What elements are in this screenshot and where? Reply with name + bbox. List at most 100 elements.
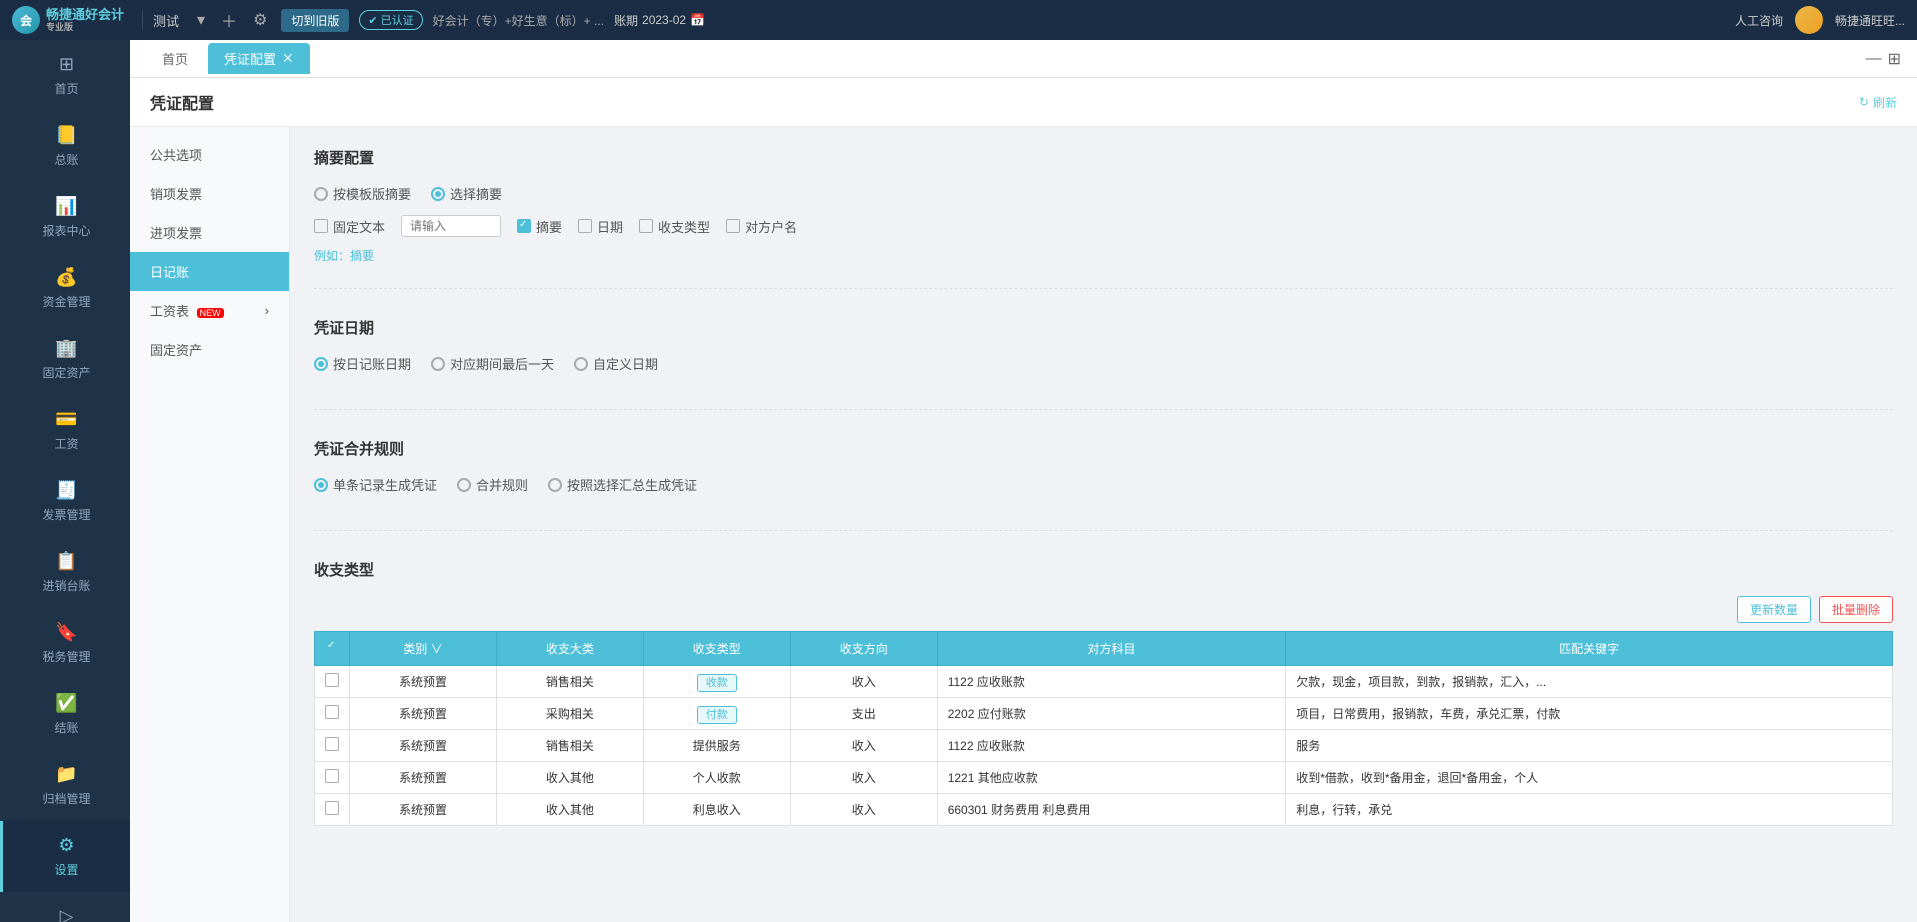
new-badge: NEW: [197, 308, 224, 318]
checkbox-date-box: [578, 219, 592, 233]
window-maximize-btn[interactable]: ⊞: [1888, 49, 1901, 69]
summary-radio-template[interactable]: 按模板版摘要: [314, 184, 411, 203]
left-nav-fixed-assets[interactable]: 固定资产: [130, 330, 289, 369]
row-keywords-1: 项目，日常费用，报销款，车费，承兑汇票，付款: [1286, 698, 1893, 730]
radio-summary-gen[interactable]: 按照选择汇总生成凭证: [548, 475, 697, 494]
two-panel: 公共选项 销项发票 进项发票 日记账 工资表 NEW ›: [130, 127, 1917, 922]
sidebar-item-assets[interactable]: 🏢 固定资产: [0, 324, 130, 395]
row-checkbox-4[interactable]: [315, 794, 350, 826]
radio-single[interactable]: 单条记录生成凭证: [314, 475, 437, 494]
period-info: 账期 2023-02 📅: [614, 12, 705, 29]
th-checkbox[interactable]: [315, 632, 350, 666]
row-category-0: 系统预置: [350, 666, 497, 698]
row-direction-3: 收入: [790, 762, 937, 794]
window-minimize-btn[interactable]: —: [1866, 50, 1882, 68]
row-subject-3: 1221 其他应收款: [937, 762, 1286, 794]
row-subject-2: 1122 应收账款: [937, 730, 1286, 762]
add-icon[interactable]: ＋: [217, 6, 241, 34]
checkbox-income-type[interactable]: 收支类型: [639, 217, 710, 236]
batch-delete-btn[interactable]: 批量删除: [1819, 596, 1893, 623]
fixed-text-input[interactable]: [401, 215, 501, 237]
sidebar-item-purchase[interactable]: 📋 进销台账: [0, 537, 130, 608]
sidebar-item-archive[interactable]: 📁 归档管理: [0, 750, 130, 821]
row-subject-0: 1122 应收账款: [937, 666, 1286, 698]
sidebar-label-archive: 归档管理: [42, 790, 90, 807]
checkbox-date[interactable]: 日期: [578, 217, 623, 236]
invoice-icon: 🧾: [55, 480, 77, 501]
merge-rules-title: 凭证合并规则: [314, 438, 1893, 459]
top-bar-right: 人工咨询 畅捷通旺旺...: [1735, 6, 1905, 34]
radio-single-circle: [314, 478, 328, 492]
row-checkbox-box-3: [325, 769, 339, 783]
left-nav-public[interactable]: 公共选项: [130, 135, 289, 174]
voucher-date-section: 凭证日期 按日记账日期 对应期间最后一天 自定义日期: [314, 317, 1893, 410]
row-checkbox-box-0: [325, 673, 339, 687]
left-nav-purchase-invoice[interactable]: 进项发票: [130, 213, 289, 252]
refresh-icon: ↻: [1859, 95, 1869, 109]
row-checkbox-1[interactable]: [315, 698, 350, 730]
checkbox-fixed-text-box: [314, 219, 328, 233]
row-big-category-2: 销售相关: [496, 730, 643, 762]
tab-voucher-config[interactable]: 凭证配置 ✕: [208, 43, 310, 74]
row-checkbox-2[interactable]: [315, 730, 350, 762]
left-nav-daily-ledger[interactable]: 日记账: [130, 252, 289, 291]
left-nav-salary-table[interactable]: 工资表 NEW ›: [130, 291, 289, 330]
sidebar-label-settings: 设置: [54, 861, 78, 878]
tab-close-icon[interactable]: ✕: [282, 50, 294, 67]
row-checkbox-0[interactable]: [315, 666, 350, 698]
sidebar-item-fund[interactable]: 💰 资金管理: [0, 253, 130, 324]
sidebar-item-tax[interactable]: 🔖 税务管理: [0, 608, 130, 679]
summary-radio-select[interactable]: 选择摘要: [431, 184, 502, 203]
content-area: 首页 凭证配置 ✕ — ⊞ 凭证配置 ↻ 刷新 公共选项: [130, 40, 1917, 922]
row-keywords-4: 利息，行转，承兑: [1286, 794, 1893, 826]
switch-version-btn[interactable]: 切到旧版: [281, 9, 349, 32]
type-tag-1[interactable]: 付款: [697, 706, 737, 724]
radio-merge[interactable]: 合并规则: [457, 475, 528, 494]
user-name[interactable]: 畅捷通旺旺...: [1835, 12, 1905, 29]
th-direction: 收支方向: [790, 632, 937, 666]
sidebar-item-settings[interactable]: ⚙ 设置: [0, 821, 130, 892]
dropdown-icon[interactable]: ▾: [193, 8, 209, 32]
sidebar-item-salary[interactable]: 💳 工资: [0, 395, 130, 466]
left-nav-sales-invoice[interactable]: 销项发票: [130, 174, 289, 213]
sidebar-label-fund: 资金管理: [42, 293, 90, 310]
sidebar-item-guide[interactable]: ▷ 新手引导: [0, 892, 130, 922]
checkbox-fixed-text[interactable]: 固定文本: [314, 217, 385, 236]
sidebar-item-report[interactable]: 📊 报表中心: [0, 182, 130, 253]
sidebar-item-invoice[interactable]: 🧾 发票管理: [0, 466, 130, 537]
voucher-date-title: 凭证日期: [314, 317, 1893, 338]
checkbox-summary[interactable]: 摘要: [517, 217, 562, 236]
app-name: 畅捷通好会计: [46, 7, 124, 23]
sidebar-item-settlement[interactable]: ✅ 结账: [0, 679, 130, 750]
row-direction-2: 收入: [790, 730, 937, 762]
row-checkbox-3[interactable]: [315, 762, 350, 794]
checkbox-counterpart-name[interactable]: 对方户名: [726, 217, 797, 236]
period-label: 账期: [614, 12, 638, 29]
radio-period-last[interactable]: 对应期间最后一天: [431, 354, 554, 373]
checkbox-income-type-box: [639, 219, 653, 233]
sidebar-item-ledger[interactable]: 📒 总账: [0, 111, 130, 182]
sidebar-label-ledger: 总账: [54, 151, 78, 168]
app-sub: 专业版: [46, 22, 124, 33]
tab-home[interactable]: 首页: [146, 43, 204, 74]
settings-icon[interactable]: ⚙: [249, 8, 271, 32]
table-row: 系统预置 收入其他 个人收款 收入 1221 其他应收款 收到*借款，收到*备用…: [315, 762, 1893, 794]
radio-summary-gen-circle: [548, 478, 562, 492]
row-type-2: 提供服务: [643, 730, 790, 762]
consult-label[interactable]: 人工咨询: [1735, 12, 1783, 29]
radio-custom-date[interactable]: 自定义日期: [574, 354, 658, 373]
sidebar-label-settlement: 结账: [54, 719, 78, 736]
row-direction-4: 收入: [790, 794, 937, 826]
sidebar-item-home[interactable]: ⊞ 首页: [0, 40, 130, 111]
radio-period-last-circle: [431, 357, 445, 371]
refresh-btn[interactable]: ↻ 刷新: [1859, 94, 1897, 111]
radio-ledger-date[interactable]: 按日记账日期: [314, 354, 411, 373]
type-tag-0[interactable]: 收款: [697, 674, 737, 692]
row-big-category-3: 收入其他: [496, 762, 643, 794]
radio-template-circle: [314, 187, 328, 201]
calendar-icon[interactable]: 📅: [690, 13, 705, 27]
user-avatar[interactable]: [1795, 6, 1823, 34]
tab-bar: 首页 凭证配置 ✕ — ⊞: [130, 40, 1917, 78]
update-count-btn[interactable]: 更新数量: [1737, 596, 1811, 623]
logo-icon: 会: [12, 6, 40, 34]
